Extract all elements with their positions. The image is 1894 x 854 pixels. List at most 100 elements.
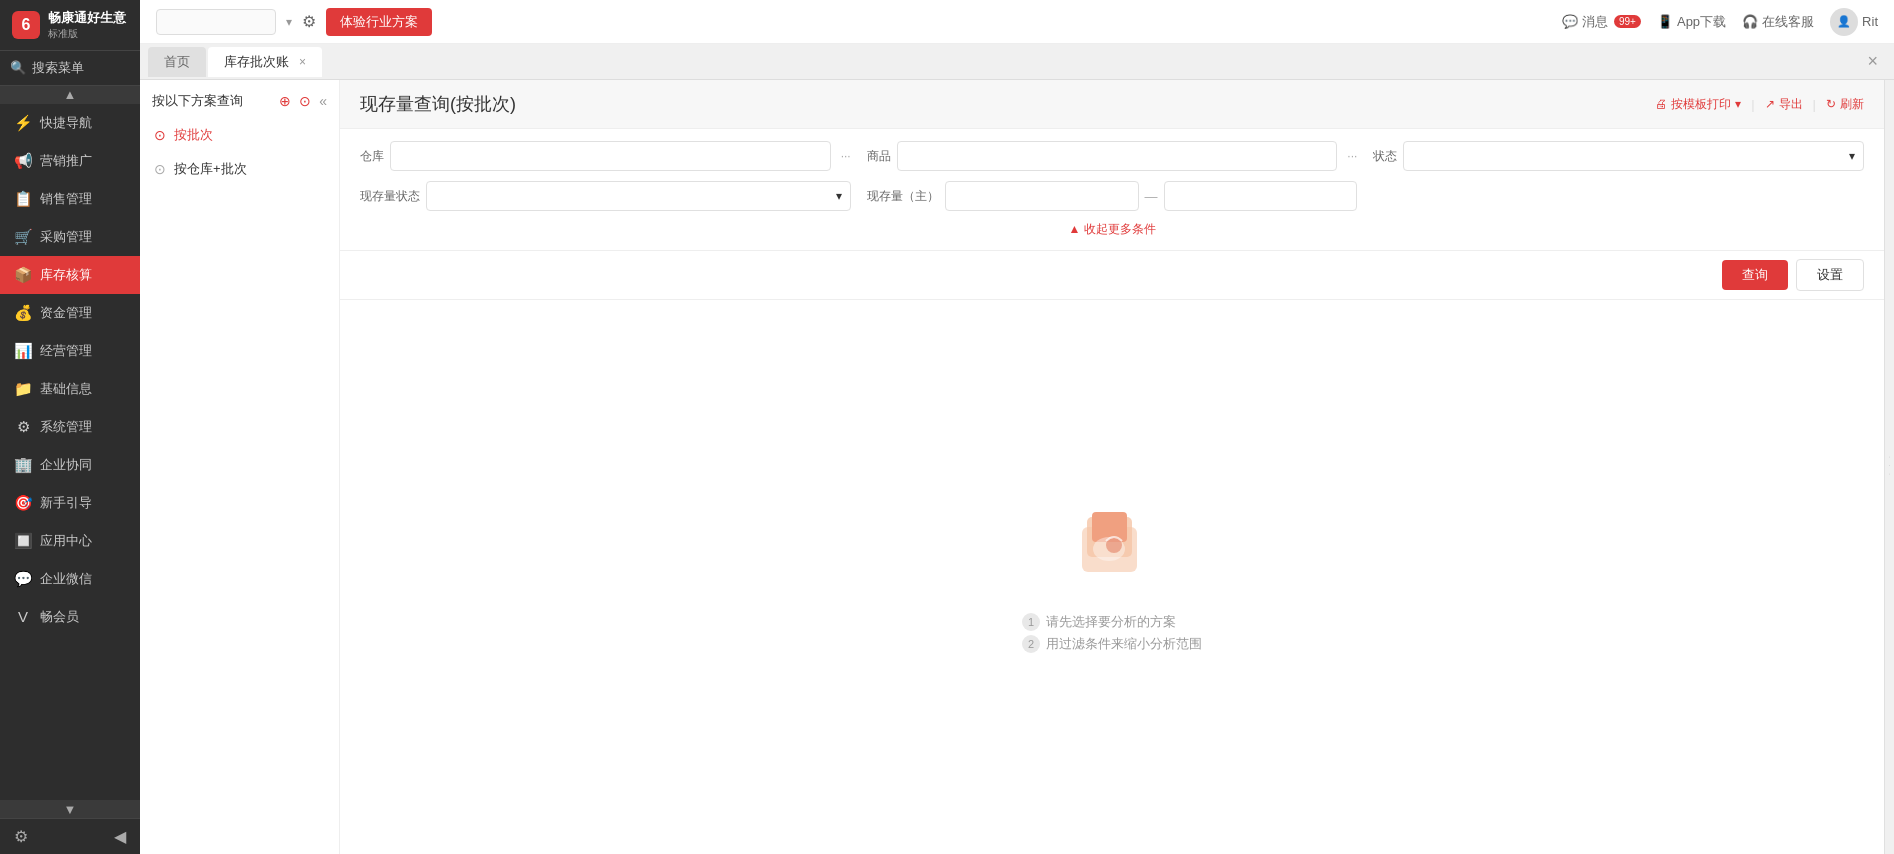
export-label: 导出	[1779, 96, 1803, 113]
export-btn[interactable]: ↗ 导出	[1765, 96, 1803, 113]
tab-inventory-batch[interactable]: 库存批次账 ×	[208, 47, 322, 77]
plan-settings-icon[interactable]: ⊙	[299, 93, 311, 109]
sidebar-item-wechat[interactable]: 💬 企业微信	[0, 560, 140, 598]
warehouse-input[interactable]	[390, 141, 831, 171]
page-close-button[interactable]: ×	[1859, 51, 1886, 72]
plan-item-by-batch[interactable]: ⊙ 按批次	[140, 118, 339, 152]
quantity-to-input[interactable]	[1164, 181, 1358, 211]
export-icon: ↗	[1765, 97, 1775, 111]
nav-label-app_center: 应用中心	[40, 532, 92, 550]
sidebar-item-shortcuts[interactable]: ⚡快捷导航	[0, 104, 140, 142]
product-more-icon[interactable]: ···	[1347, 149, 1357, 163]
nav-label-inventory: 库存核算	[40, 266, 92, 284]
sidebar-settings-icon[interactable]: ⚙	[14, 827, 28, 846]
tab-home-label: 首页	[164, 53, 190, 71]
nav-label-purchase: 采购管理	[40, 228, 92, 246]
tab-inventory-batch-label: 库存批次账	[224, 53, 289, 71]
action-sep-2: |	[1813, 97, 1816, 112]
plan-active-icon: ⊙	[154, 127, 166, 143]
user-menu[interactable]: 👤 Rit	[1830, 8, 1878, 36]
search-label: 搜索菜单	[32, 59, 84, 77]
settings-button[interactable]: 设置	[1796, 259, 1864, 291]
empty-state: 1 请先选择要分析的方案 2 用过滤条件来缩小分析范围	[340, 300, 1884, 854]
scroll-up-button[interactable]: ▲	[0, 86, 140, 104]
filter-inventory-quantity: 现存量（主） —	[867, 181, 1358, 211]
messages-label: 消息	[1582, 13, 1608, 31]
topbar-search-input[interactable]	[156, 9, 276, 35]
right-panel: 现存量查询(按批次) 🖨 按模板打印 ▾ | ↗ 导出 | ↻	[340, 80, 1884, 854]
nav-label-marketing: 营销推广	[40, 152, 92, 170]
inventory-status-chevron: ▾	[836, 189, 842, 203]
online-support-btn[interactable]: 🎧 在线客服	[1742, 13, 1814, 31]
product-label: 商品	[867, 148, 891, 165]
action-sep-1: |	[1751, 97, 1754, 112]
filter-inventory-status: 现存量状态 ▾	[360, 181, 851, 211]
filter-area: 仓库 ··· 商品 ··· 状态 ▾	[340, 129, 1884, 251]
print-label: 按模板打印	[1671, 96, 1731, 113]
sidebar-item-app_center[interactable]: 🔲 应用中心	[0, 522, 140, 560]
online-support-label: 在线客服	[1762, 13, 1814, 31]
query-button[interactable]: 查询	[1722, 260, 1788, 290]
tip-num-1: 1	[1022, 613, 1040, 631]
sidebar-item-inventory[interactable]: 📦 库存核算	[0, 256, 140, 294]
tip-2: 2 用过滤条件来缩小分析范围	[1022, 635, 1202, 653]
nav-icon-purchase: 🛒	[14, 228, 32, 246]
collapse-more-btn[interactable]: ▲ 收起更多条件	[360, 221, 1864, 238]
topbar-gear-icon[interactable]: ⚙	[302, 12, 316, 31]
nav-icon-wechat: 💬	[14, 570, 32, 588]
inventory-status-label: 现存量状态	[360, 188, 420, 205]
tip-num-2: 2	[1022, 635, 1040, 653]
sidebar-item-finance[interactable]: 💰资金管理	[0, 294, 140, 332]
sidebar-item-purchase[interactable]: 🛒 采购管理	[0, 218, 140, 256]
status-select[interactable]: ▾	[1403, 141, 1864, 171]
messages-btn[interactable]: 💬 消息 99+	[1562, 13, 1641, 31]
sidebar-search[interactable]: 🔍 搜索菜单	[0, 51, 140, 86]
sidebar-collapse-icon[interactable]: ◀	[114, 827, 126, 846]
refresh-icon: ↻	[1826, 97, 1836, 111]
scroll-down-button[interactable]: ▼	[0, 800, 140, 818]
print-btn[interactable]: 🖨 按模板打印 ▾	[1655, 96, 1741, 113]
sidebar-item-operations[interactable]: 📊经营管理	[0, 332, 140, 370]
left-panel-icons: ⊕ ⊙ «	[279, 93, 327, 109]
tabs-bar: 首页 库存批次账 × ×	[140, 44, 1894, 80]
tab-close-icon[interactable]: ×	[299, 55, 306, 69]
product-input[interactable]	[897, 141, 1338, 171]
nav-icon-app_center: 🔲	[14, 532, 32, 550]
sidebar: 6 畅康通好生意 标准版 🔍 搜索菜单 ▲ ⚡快捷导航📢营销推广📋销售管理🛒采购…	[0, 0, 140, 854]
add-plan-icon[interactable]: ⊕	[279, 93, 291, 109]
plan-item-by-warehouse-batch[interactable]: ⊙ 按仓库+批次	[140, 152, 339, 186]
panel-collapse-icon[interactable]: «	[319, 93, 327, 109]
topbar-right: 💬 消息 99+ 📱 App下载 🎧 在线客服 👤 Rit	[1562, 8, 1878, 36]
nav-label-wechat: 企业微信	[40, 570, 92, 588]
refresh-label: 刷新	[1840, 96, 1864, 113]
status-label: 状态	[1373, 148, 1397, 165]
refresh-btn[interactable]: ↻ 刷新	[1826, 96, 1864, 113]
sidebar-item-member[interactable]: V畅会员	[0, 598, 140, 636]
sidebar-item-marketing[interactable]: 📢营销推广	[0, 142, 140, 180]
quantity-range: —	[945, 181, 1358, 211]
print-chevron-icon: ▾	[1735, 97, 1741, 111]
empty-illustration	[1062, 497, 1162, 597]
tab-home[interactable]: 首页	[148, 47, 206, 77]
app-download-btn[interactable]: 📱 App下载	[1657, 13, 1726, 31]
brand-name: 畅康通好生意	[48, 10, 126, 27]
sidebar-item-basic[interactable]: 📁基础信息	[0, 370, 140, 408]
inventory-status-select[interactable]: ▾	[426, 181, 851, 211]
content-area: 按以下方案查询 ⊕ ⊙ « ⊙ 按批次 ⊙ 按仓库+批次 现存量查询(按批次)	[140, 80, 1894, 854]
sidebar-item-enterprise[interactable]: 🏢企业协同	[0, 446, 140, 484]
search-icon: 🔍	[10, 60, 26, 75]
topbar-chevron-icon[interactable]: ▾	[286, 15, 292, 29]
left-panel: 按以下方案查询 ⊕ ⊙ « ⊙ 按批次 ⊙ 按仓库+批次	[140, 80, 340, 854]
sidebar-item-system[interactable]: ⚙系统管理	[0, 408, 140, 446]
sidebar-item-newbie[interactable]: 🎯新手引导	[0, 484, 140, 522]
inventory-quantity-label: 现存量（主）	[867, 188, 939, 205]
right-edge-handle[interactable]: · · ·	[1884, 80, 1894, 854]
nav-label-finance: 资金管理	[40, 304, 92, 322]
nav-label-basic: 基础信息	[40, 380, 92, 398]
warehouse-more-icon[interactable]: ···	[841, 149, 851, 163]
sidebar-item-sales[interactable]: 📋销售管理	[0, 180, 140, 218]
nav-icon-inventory: 📦	[14, 266, 32, 284]
exp-btn[interactable]: 体验行业方案	[326, 8, 432, 36]
nav-label-shortcuts: 快捷导航	[40, 114, 92, 132]
quantity-from-input[interactable]	[945, 181, 1139, 211]
